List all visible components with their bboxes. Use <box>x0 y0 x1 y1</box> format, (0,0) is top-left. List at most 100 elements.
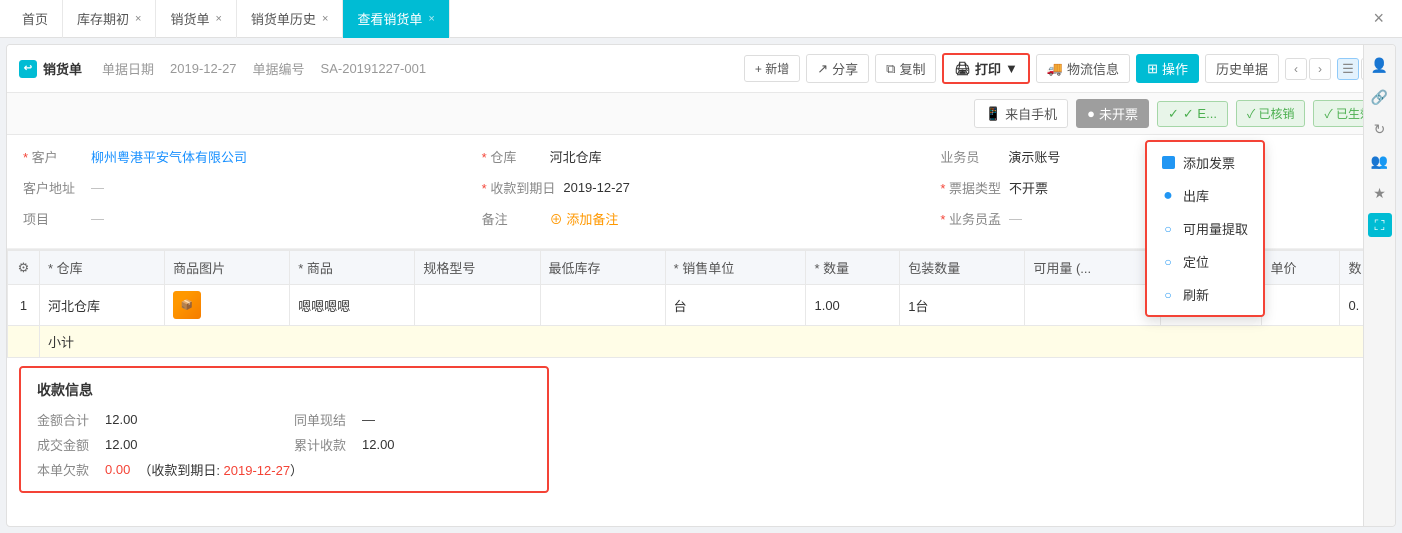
project-field: 项目 — <box>23 209 462 228</box>
current-debt-row: 本单欠款 0.00 （收款到期日: 2019-12-27） <box>37 460 531 479</box>
transaction-amount-label: 成交金额 <box>37 435 97 454</box>
payment-info-title: 收款信息 <box>37 380 531 400</box>
tab-inventory-label: 库存期初 <box>77 9 129 28</box>
sidebar-rotate-btn[interactable]: ↻ <box>1368 117 1392 141</box>
number-value: SA-20191227-001 <box>321 61 427 76</box>
tab-view-label: 查看销货单 <box>357 9 422 28</box>
operate-button[interactable]: ⊞ 操作 <box>1136 54 1199 83</box>
nav-arrows: ‹ › <box>1285 58 1331 80</box>
subtotal-cell <box>8 326 40 358</box>
dropdown-refresh[interactable]: ○ 刷新 <box>1147 278 1263 311</box>
logistics-label: 物流信息 <box>1067 59 1119 78</box>
tab-sales-label: 销货单 <box>170 9 209 28</box>
payment-date-label: 收款到期日 <box>482 178 556 197</box>
dropdown-locate[interactable]: ○ 定位 <box>1147 245 1263 278</box>
check-label: ✓ E... <box>1183 106 1217 122</box>
sidebar-user2-btn[interactable]: 👥 <box>1368 149 1392 173</box>
sidebar-expand-btn[interactable]: ⛶ <box>1368 213 1392 237</box>
tab-sales-close[interactable]: × <box>215 13 221 25</box>
nav-prev[interactable]: ‹ <box>1285 58 1307 80</box>
row-unit-price <box>1262 285 1340 326</box>
total-amount-row: 金额合计 12.00 <box>37 410 274 429</box>
dropdown-menu: 添加发票 ● 出库 ○ 可用量提取 ○ 定位 ○ 刷新 <box>1145 140 1265 317</box>
print-button[interactable]: 🖨 打印 ▼ <box>942 53 1029 84</box>
current-debt-label: 本单欠款 <box>37 460 97 479</box>
check-green-button[interactable]: ✓ ✓ E... <box>1157 101 1228 127</box>
sales-rep-value: — <box>1005 209 1026 228</box>
payment-date-field: 收款到期日 2019-12-27 <box>482 178 921 197</box>
logistics-button[interactable]: 🚚 物流信息 <box>1036 54 1130 83</box>
content-area: ↩ 销货单 单据日期 2019-12-27 单据编号 SA-20191227-0… <box>6 44 1396 527</box>
dropdown-available-pickup[interactable]: ○ 可用量提取 <box>1147 212 1263 245</box>
product-thumbnail: 📦 <box>173 291 201 319</box>
logistics-icon: 🚚 <box>1047 61 1063 77</box>
row-image: 📦 <box>165 285 290 326</box>
tab-view-sales[interactable]: 查看销货单 × <box>343 0 449 38</box>
tab-home[interactable]: 首页 <box>8 0 63 38</box>
doc-actions: + 新增 ↗ 分享 ⧉ 复制 🖨 打印 ▼ 🚚 物流信息 ⊞ 操作 <box>744 53 1383 84</box>
history-button[interactable]: 历史单据 <box>1205 54 1279 83</box>
add-note-btn[interactable]: ⊕ 添加备注 <box>546 207 623 230</box>
tab-inventory-close[interactable]: × <box>135 13 141 25</box>
add-invoice-icon <box>1161 156 1175 170</box>
same-order-value: — <box>362 412 375 427</box>
number-label: 单据编号 <box>253 59 305 78</box>
from-phone-label: 来自手机 <box>1005 104 1057 123</box>
not-open-button[interactable]: ● 未开票 <box>1076 99 1149 128</box>
dropdown-add-invoice[interactable]: 添加发票 <box>1147 146 1263 179</box>
refresh-icon: ○ <box>1161 288 1175 302</box>
salesperson-label: 业务员 <box>940 147 1000 166</box>
not-open-icon: ● <box>1087 106 1095 121</box>
transaction-amount-row: 成交金额 12.00 <box>37 435 274 454</box>
copy-button[interactable]: ⧉ 复制 <box>875 54 936 83</box>
right-sidebar: 👤 🔗 ↻ 👥 ★ ⛶ <box>1363 45 1395 526</box>
tab-history-close[interactable]: × <box>322 13 328 25</box>
add-note-icon: ⊕ <box>550 212 563 227</box>
tab-sales[interactable]: 销货单 × <box>156 0 236 38</box>
tab-bar-close-btn[interactable]: × <box>1363 8 1394 29</box>
tab-view-close[interactable]: × <box>428 13 434 25</box>
share-label: 分享 <box>832 59 858 78</box>
new-button[interactable]: + 新增 <box>744 55 800 82</box>
row-product: 嗯嗯嗯嗯 <box>290 285 415 326</box>
total-amount-label: 金额合计 <box>37 410 97 429</box>
nav-next[interactable]: › <box>1309 58 1331 80</box>
share-icon: ↗ <box>817 61 828 77</box>
row-warehouse: 河北仓库 <box>40 285 165 326</box>
debt-note: （收款到期日: 2019-12-27） <box>138 460 303 479</box>
outbound-label: 出库 <box>1183 186 1209 205</box>
share-button[interactable]: ↗ 分享 <box>806 54 869 83</box>
tab-inventory[interactable]: 库存期初 × <box>63 0 156 38</box>
check-icon: ✓ <box>1168 106 1179 122</box>
salesperson-value: 演示账号 <box>1004 145 1064 168</box>
col-settings[interactable]: ⚙ <box>8 251 40 285</box>
refresh-label: 刷新 <box>1183 285 1209 304</box>
col-warehouse: * 仓库 <box>40 251 165 285</box>
view-list[interactable]: ☰ <box>1337 58 1359 80</box>
warehouse-field: 仓库 河北仓库 <box>482 145 921 168</box>
tab-home-label: 首页 <box>22 9 48 28</box>
tab-sales-history[interactable]: 销货单历史 × <box>237 0 343 38</box>
operate-icon: ⊞ <box>1147 61 1158 77</box>
warehouse-value: 河北仓库 <box>546 145 606 168</box>
subtotal-label: 小计 <box>40 326 1395 358</box>
project-value: — <box>87 209 108 228</box>
row-sales-unit: 台 <box>665 285 806 326</box>
add-note-text: 添加备注 <box>566 212 618 227</box>
available-icon: ○ <box>1161 222 1175 236</box>
debt-date: 2019-12-27 <box>224 463 291 478</box>
locate-icon: ○ <box>1161 255 1175 269</box>
date-label: 单据日期 <box>102 59 154 78</box>
sidebar-star-btn[interactable]: ★ <box>1368 181 1392 205</box>
ticket-type-value: 不开票 <box>1005 176 1052 199</box>
from-phone-button[interactable]: 📱 来自手机 <box>974 99 1068 128</box>
sidebar-person-btn[interactable]: 👤 <box>1368 53 1392 77</box>
row-index: 1 <box>8 285 40 326</box>
subtotal-row: 小计 <box>8 326 1395 358</box>
sidebar-link-btn[interactable]: 🔗 <box>1368 85 1392 109</box>
dropdown-outbound[interactable]: ● 出库 <box>1147 179 1263 212</box>
customer-value[interactable]: 柳州粤港平安气体有限公司 <box>87 145 251 168</box>
available-pickup-label: 可用量提取 <box>1183 219 1248 238</box>
cancelled-button[interactable]: ✓ 已核销 <box>1236 100 1306 127</box>
total-amount-value: 12.00 <box>105 412 138 427</box>
